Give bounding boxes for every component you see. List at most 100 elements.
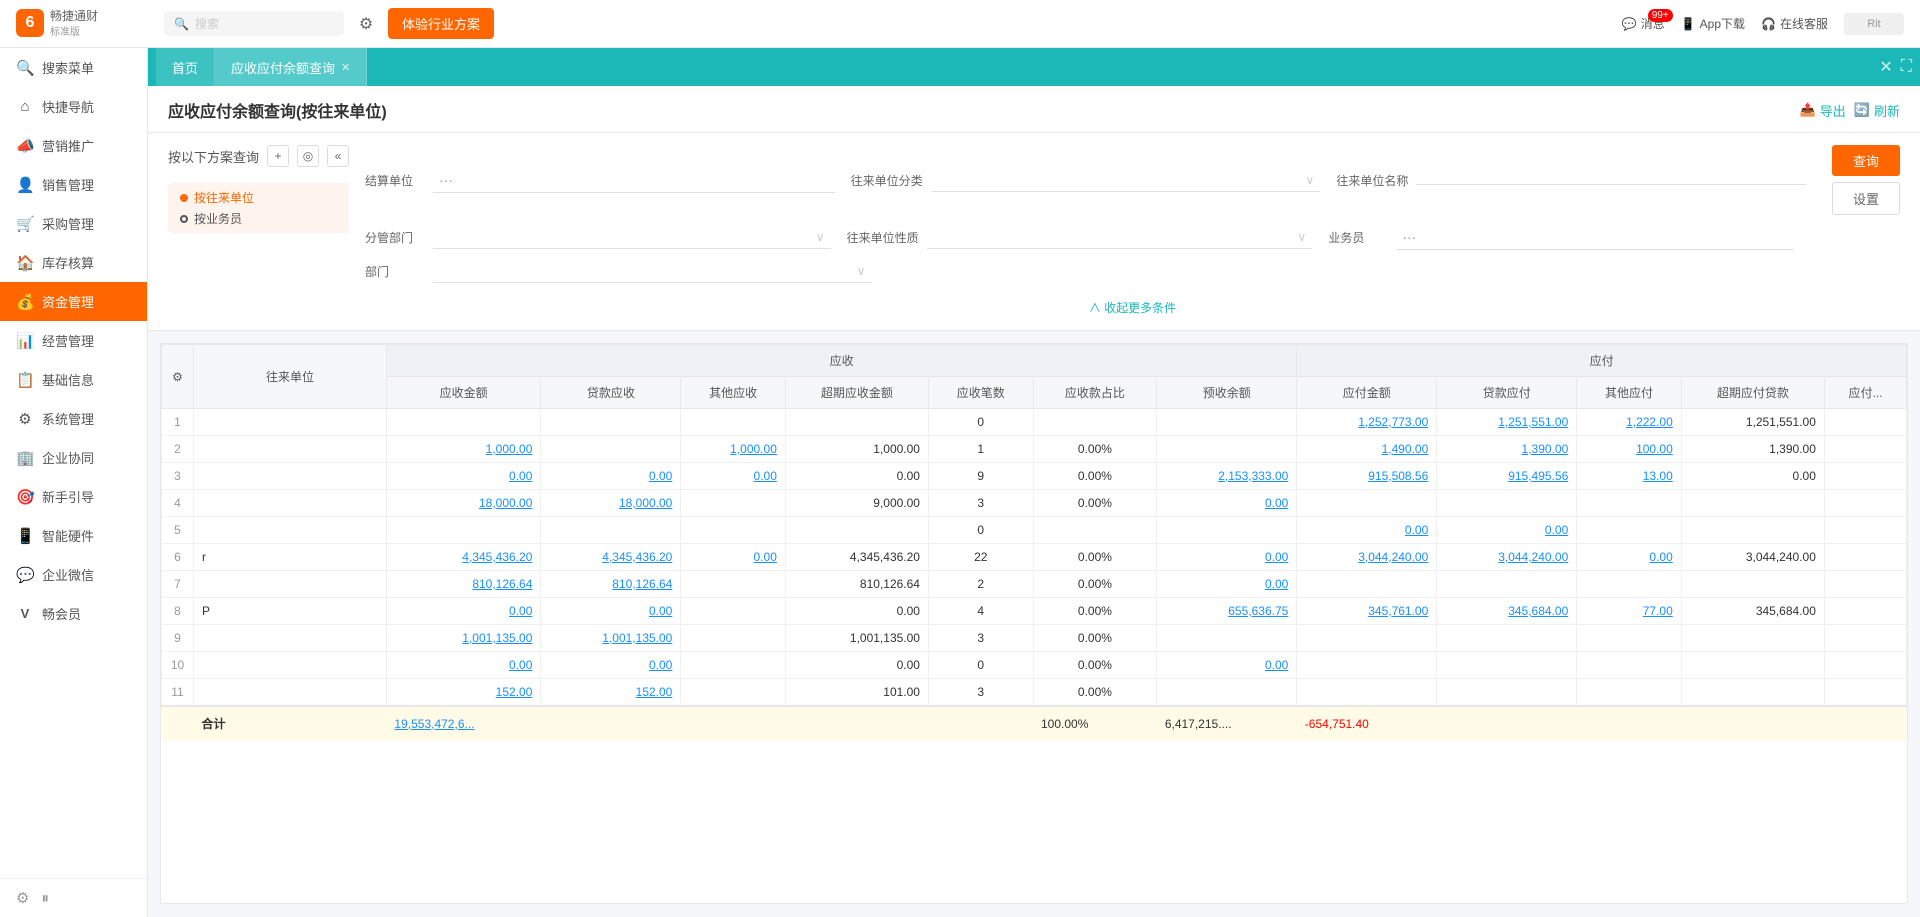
tab-home[interactable]: 首页: [156, 48, 215, 86]
td-ar-amount[interactable]: 18,000.00: [386, 490, 540, 517]
sidebar-item-vip[interactable]: V 畅会员: [0, 594, 147, 633]
td-ar-amount[interactable]: [386, 517, 540, 544]
dept-manage-input[interactable]: ∨: [433, 226, 831, 249]
td-ar-amount[interactable]: 4,345,436.20: [386, 544, 540, 571]
td-ar-prepay[interactable]: [1157, 679, 1297, 707]
td-ap-amount[interactable]: 345,761.00: [1297, 598, 1437, 625]
td-ar-other[interactable]: 1,000.00: [681, 436, 786, 463]
td-ap-loan[interactable]: 915,495.56: [1437, 463, 1577, 490]
td-ar-other[interactable]: [681, 652, 786, 679]
td-ar-amount[interactable]: [386, 409, 540, 436]
td-ap-loan[interactable]: [1437, 652, 1577, 679]
td-ap-loan[interactable]: [1437, 625, 1577, 652]
user-avatar[interactable]: Rit: [1844, 13, 1904, 35]
td-ar-prepay[interactable]: 2,153,333.00: [1157, 463, 1297, 490]
sidebar-item-marketing[interactable]: 📣 营销推广: [0, 126, 147, 165]
td-ar-other[interactable]: 0.00: [681, 463, 786, 490]
tab-close-icon[interactable]: ✕: [341, 61, 350, 74]
partner-nature-input[interactable]: ∨: [927, 226, 1313, 249]
td-ar-other[interactable]: [681, 598, 786, 625]
sidebar-item-guide[interactable]: 🎯 新手引导: [0, 477, 147, 516]
td-ap-amount[interactable]: [1297, 490, 1437, 517]
td-ar-amount[interactable]: 1,001,135.00: [386, 625, 540, 652]
set-button[interactable]: 设置: [1832, 182, 1900, 215]
settings-icon[interactable]: ⚙: [352, 10, 380, 38]
td-ar-prepay[interactable]: [1157, 625, 1297, 652]
td-ar-amount[interactable]: 0.00: [386, 463, 540, 490]
td-ar-loan[interactable]: [541, 517, 681, 544]
td-ar-prepay[interactable]: [1157, 436, 1297, 463]
td-ap-other[interactable]: [1577, 625, 1682, 652]
sidebar-item-inventory[interactable]: 🏠 库存核算: [0, 243, 147, 282]
partner-name-input[interactable]: [1416, 176, 1806, 185]
messages-button[interactable]: 💬 消息 99+: [1622, 15, 1665, 32]
app-download-button[interactable]: 📱 App下载: [1681, 15, 1745, 32]
td-ap-amount[interactable]: [1297, 679, 1437, 707]
filter-mode-by-unit[interactable]: 按往来单位: [180, 189, 337, 206]
td-ap-other[interactable]: 13.00: [1577, 463, 1682, 490]
query-button[interactable]: 查询: [1832, 145, 1900, 176]
collapse-more-button[interactable]: ∧ 收起更多条件: [365, 293, 1900, 318]
td-ar-other[interactable]: [681, 409, 786, 436]
td-ar-amount[interactable]: 152.00: [386, 679, 540, 707]
export-button[interactable]: 📤 导出: [1800, 101, 1846, 120]
td-ap-loan[interactable]: [1437, 490, 1577, 517]
sidebar-item-purchase[interactable]: 🛒 采购管理: [0, 204, 147, 243]
close-window-icon[interactable]: ✕: [1879, 57, 1892, 77]
td-ap-amount[interactable]: 0.00: [1297, 517, 1437, 544]
td-ap-amount[interactable]: 3,044,240.00: [1297, 544, 1437, 571]
td-ap-other[interactable]: 0.00: [1577, 544, 1682, 571]
fullscreen-icon[interactable]: ⛶: [1901, 58, 1912, 76]
td-ar-loan[interactable]: 0.00: [541, 652, 681, 679]
sidebar-settings-icon[interactable]: ⚙: [16, 889, 29, 907]
td-ap-other[interactable]: 77.00: [1577, 598, 1682, 625]
td-ap-loan[interactable]: [1437, 679, 1577, 707]
back-filter-icon[interactable]: «: [327, 145, 349, 167]
td-ar-other[interactable]: [681, 679, 786, 707]
td-ap-other[interactable]: [1577, 679, 1682, 707]
td-ar-amount[interactable]: 0.00: [386, 652, 540, 679]
td-ap-loan[interactable]: 345,684.00: [1437, 598, 1577, 625]
sidebar-item-finance[interactable]: 💰 资金管理: [0, 282, 147, 321]
td-ap-other[interactable]: [1577, 490, 1682, 517]
td-ar-other[interactable]: [681, 571, 786, 598]
td-ap-amount[interactable]: [1297, 571, 1437, 598]
td-ap-other[interactable]: 1,222.00: [1577, 409, 1682, 436]
partner-category-input[interactable]: ∨: [931, 169, 1321, 192]
td-ar-loan[interactable]: [541, 409, 681, 436]
td-ap-loan[interactable]: 3,044,240.00: [1437, 544, 1577, 571]
target-filter-icon[interactable]: ◎: [297, 145, 319, 167]
td-ar-amount[interactable]: 810,126.64: [386, 571, 540, 598]
th-settings[interactable]: ⚙: [162, 345, 194, 409]
td-ap-other[interactable]: [1577, 571, 1682, 598]
td-ap-amount[interactable]: [1297, 652, 1437, 679]
tab-ar-ap[interactable]: 应收应付余额查询 ✕: [215, 48, 367, 86]
sidebar-item-wechat[interactable]: 💬 企业微信: [0, 555, 147, 594]
td-ar-prepay[interactable]: [1157, 409, 1297, 436]
add-filter-icon[interactable]: +: [267, 145, 289, 167]
sidebar-item-search-menu[interactable]: 🔍 搜索菜单: [0, 48, 147, 87]
td-ar-loan[interactable]: 0.00: [541, 598, 681, 625]
salesman-input[interactable]: ···: [1396, 225, 1794, 250]
td-ap-loan[interactable]: 1,251,551.00: [1437, 409, 1577, 436]
sidebar-item-system[interactable]: ⚙ 系统管理: [0, 399, 147, 438]
td-ar-loan[interactable]: 1,001,135.00: [541, 625, 681, 652]
td-ar-other[interactable]: [681, 517, 786, 544]
td-ap-amount[interactable]: 915,508.56: [1297, 463, 1437, 490]
sidebar-item-smart-hardware[interactable]: 📱 智能硬件: [0, 516, 147, 555]
td-ap-other[interactable]: [1577, 517, 1682, 544]
td-ar-loan[interactable]: 152.00: [541, 679, 681, 707]
td-ap-loan[interactable]: 0.00: [1437, 517, 1577, 544]
td-ar-loan[interactable]: [541, 436, 681, 463]
sidebar-item-quick-nav[interactable]: ⌂ 快捷导航: [0, 87, 147, 126]
td-ar-other[interactable]: [681, 490, 786, 517]
sidebar-collapse-icon[interactable]: ⏸: [41, 890, 49, 907]
td-ar-prepay[interactable]: 0.00: [1157, 490, 1297, 517]
td-ar-prepay[interactable]: 0.00: [1157, 544, 1297, 571]
td-ar-prepay[interactable]: [1157, 517, 1297, 544]
settle-unit-input[interactable]: ···: [433, 168, 835, 193]
td-ar-prepay[interactable]: 0.00: [1157, 571, 1297, 598]
td-ap-other[interactable]: 100.00: [1577, 436, 1682, 463]
sidebar-item-sales[interactable]: 👤 销售管理: [0, 165, 147, 204]
td-ar-other[interactable]: [681, 625, 786, 652]
